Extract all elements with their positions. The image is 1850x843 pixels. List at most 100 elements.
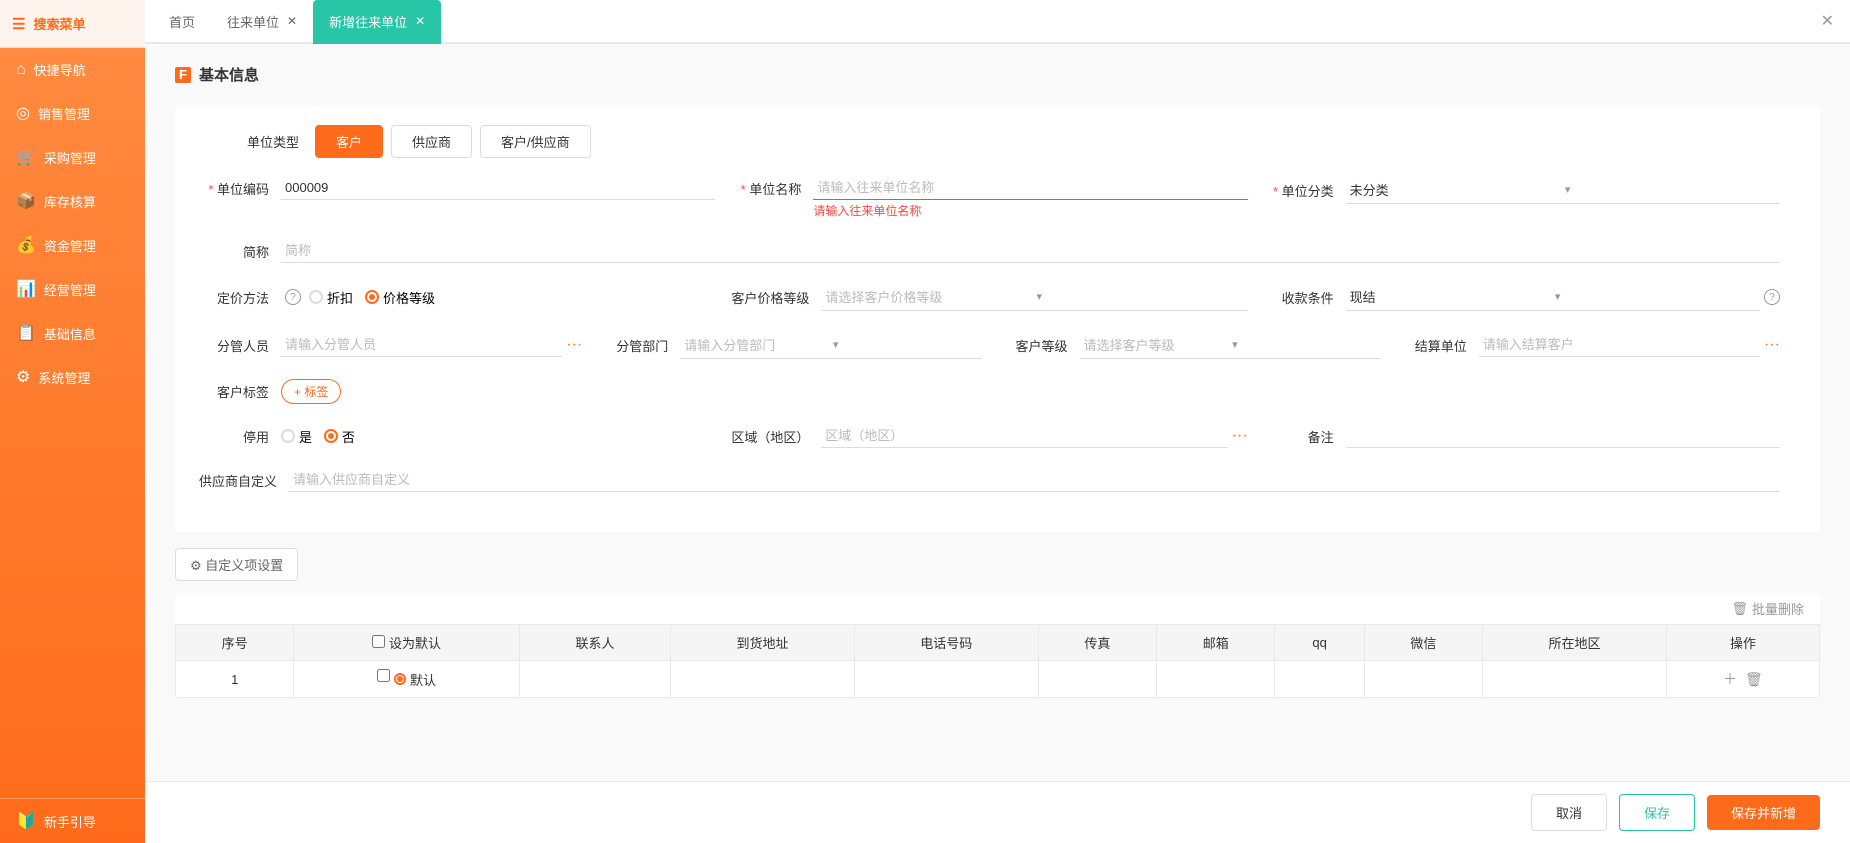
sidebar-search[interactable]: ☰ 搜索菜单: [0, 8, 145, 39]
radio-discount[interactable]: 折扣: [309, 288, 353, 307]
tab-contacts-label: 往来单位: [227, 12, 279, 31]
cell-delivery: [671, 661, 855, 698]
unit-type-label: 单位类型: [199, 132, 299, 151]
delete-row-icon[interactable]: 🗑: [1745, 671, 1763, 688]
unit-category-label: 单位分类: [1264, 181, 1334, 200]
supervisor-input[interactable]: [281, 333, 562, 357]
select-all-checkbox[interactable]: [372, 635, 385, 648]
sidebar-item-capital[interactable]: 💰 资金管理: [0, 223, 145, 267]
payment-terms-help[interactable]: ?: [1764, 289, 1780, 305]
default-label: 默认: [410, 670, 436, 689]
radio-disabled-yes[interactable]: 是: [281, 427, 312, 446]
field-settlement-unit: 结算单位 ···: [1397, 333, 1780, 357]
table-header: 序号 设为默认 联系人 到货地址 电话号码 传真 邮箱 qq 微信 所在地区: [176, 625, 1820, 661]
unit-name-error: 请输入往来单位名称: [813, 202, 921, 219]
basic-icon: 📋: [16, 323, 36, 343]
btn-customer[interactable]: 客户: [315, 125, 383, 158]
btn-supplier[interactable]: 供应商: [391, 125, 472, 158]
sidebar-item-inventory[interactable]: 📦 库存核算: [0, 179, 145, 223]
form-row-5: 客户标签 + 标签: [199, 379, 1796, 408]
col-email: 邮箱: [1157, 625, 1275, 661]
pricing-method-radio-group: 折扣 价格等级: [309, 288, 435, 307]
btn-both[interactable]: 客户/供应商: [480, 125, 591, 158]
unit-category-value: 未分类: [1350, 180, 1561, 199]
supervisor-label: 分管人员: [199, 336, 269, 355]
sidebar-item-sales-mgmt[interactable]: ◎ 销售管理: [0, 91, 145, 135]
save-and-new-button[interactable]: 保存并新增: [1707, 795, 1820, 830]
cell-fax: [1038, 661, 1156, 698]
batch-delete-label[interactable]: 批量删除: [1752, 599, 1804, 618]
pricing-method-help[interactable]: ?: [285, 289, 301, 305]
short-name-input[interactable]: [281, 239, 1780, 263]
window-close-button[interactable]: ✕: [1813, 7, 1842, 35]
supplier-custom-input[interactable]: [289, 468, 1780, 492]
unit-type-row: 单位类型 客户 供应商 客户/供应商: [199, 125, 1796, 158]
unit-name-input[interactable]: [813, 176, 1247, 200]
table-section: 🗑 批量删除 序号 设为默认 联系人 到货地址 电话号码 传真: [175, 593, 1820, 698]
payment-terms-value: 现结: [1350, 287, 1551, 306]
col-contact: 联系人: [520, 625, 671, 661]
sidebar-item-label: 基础信息: [44, 324, 96, 343]
form-row-6: 停用 是 否 区域（地区） ···: [199, 424, 1796, 452]
remarks-input[interactable]: [1346, 424, 1780, 448]
region-label: 区域（地区）: [731, 427, 809, 446]
customer-level-chevron: ▾: [1232, 338, 1377, 351]
settlement-unit-input[interactable]: [1479, 333, 1760, 357]
tab-new-contact[interactable]: 新增往来单位 ✕: [313, 0, 441, 44]
default-radio-circle: [394, 673, 406, 685]
region-input[interactable]: [821, 424, 1227, 448]
sidebar-top: ☰ 搜索菜单: [0, 0, 145, 48]
sidebar-item-purchase-mgmt[interactable]: 🛒 采购管理: [0, 135, 145, 179]
default-radio[interactable]: 默认: [394, 670, 436, 689]
form-row-7: 供应商自定义: [199, 468, 1796, 496]
tab-contacts-close[interactable]: ✕: [287, 14, 297, 28]
field-pricing-method: 定价方法 ? 折扣 价格等级: [199, 288, 715, 307]
table-body: 1 默认: [176, 661, 1820, 698]
region-dots-btn[interactable]: ···: [1232, 427, 1248, 445]
tab-contacts[interactable]: 往来单位 ✕: [211, 0, 313, 44]
pricing-method-label: 定价方法: [199, 288, 269, 307]
payment-terms-label: 收款条件: [1264, 288, 1334, 307]
tab-new-contact-close[interactable]: ✕: [415, 14, 425, 28]
radio-price-level[interactable]: 价格等级: [365, 288, 435, 307]
customer-level-select[interactable]: 请选择客户等级 ▾: [1080, 331, 1381, 359]
sidebar: ☰ 搜索菜单 ⌂ 快捷导航 ◎ 销售管理 🛒 采购管理 📦 库存核算 💰 资金管…: [0, 0, 145, 843]
batch-delete-area: 🗑 批量删除: [175, 593, 1820, 624]
sidebar-item-basic-info[interactable]: 📋 基础信息: [0, 311, 145, 355]
save-button[interactable]: 保存: [1619, 794, 1695, 831]
radio-disabled-yes-circle: [281, 429, 295, 443]
table-row: 1 默认: [176, 661, 1820, 698]
disabled-label: 停用: [199, 427, 269, 446]
sidebar-search-label: 搜索菜单: [33, 14, 85, 33]
customize-btn[interactable]: ⚙ 自定义项设置: [175, 548, 298, 581]
field-unit-category: 单位分类 未分类 ▾: [1264, 176, 1780, 204]
field-remarks: 备注: [1264, 424, 1780, 448]
customer-level-placeholder: 请选择客户等级: [1084, 335, 1229, 354]
contacts-table: 序号 设为默认 联系人 到货地址 电话号码 传真 邮箱 qq 微信 所在地区: [175, 624, 1820, 698]
tab-home[interactable]: 首页: [153, 0, 211, 44]
col-fax: 传真: [1038, 625, 1156, 661]
content-area: F 基本信息 单位类型 客户 供应商 客户/供应商 单位编码: [145, 44, 1850, 781]
sidebar-item-label: 资金管理: [44, 236, 96, 255]
unit-category-select[interactable]: 未分类 ▾: [1346, 176, 1780, 204]
sidebar-item-quick-nav[interactable]: ⌂ 快捷导航: [0, 48, 145, 91]
department-select[interactable]: 请输入分管部门 ▾: [680, 331, 981, 359]
payment-terms-select[interactable]: 现结 ▾: [1346, 283, 1760, 311]
col-delivery: 到货地址: [671, 625, 855, 661]
sidebar-item-system-mgmt[interactable]: ⚙ 系统管理: [0, 355, 145, 399]
supervisor-dots-btn[interactable]: ···: [566, 336, 582, 354]
cancel-button[interactable]: 取消: [1531, 794, 1607, 831]
add-tag-button[interactable]: + 标签: [281, 379, 341, 404]
radio-disabled-no[interactable]: 否: [324, 427, 355, 446]
settlement-unit-label: 结算单位: [1397, 336, 1467, 355]
row-checkbox[interactable]: [377, 669, 390, 682]
customer-price-level-select[interactable]: 请选择客户价格等级 ▾: [821, 283, 1247, 311]
settlement-unit-dots-btn[interactable]: ···: [1764, 336, 1780, 354]
sidebar-item-new-guide[interactable]: 🔰 新手引导: [0, 798, 145, 843]
add-row-icon[interactable]: ＋: [1723, 669, 1737, 689]
unit-code-input[interactable]: [281, 176, 715, 200]
cell-default: 默认: [294, 661, 520, 698]
sidebar-item-operations[interactable]: 📊 经营管理: [0, 267, 145, 311]
capital-icon: 💰: [16, 235, 36, 255]
form-card: 单位类型 客户 供应商 客户/供应商 单位编码 单位名称: [175, 105, 1820, 532]
